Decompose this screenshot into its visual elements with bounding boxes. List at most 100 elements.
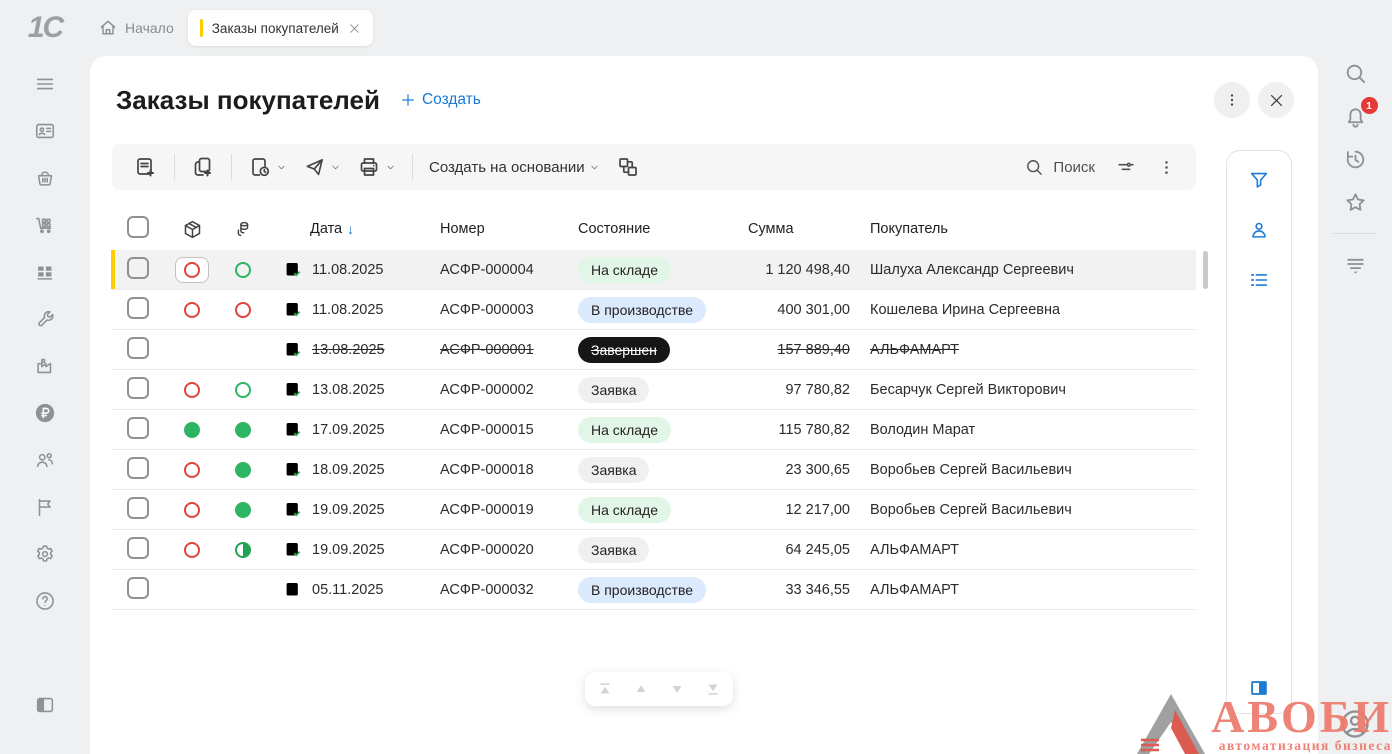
order-number: АСФР-000002 [440, 381, 534, 398]
row-checkbox[interactable] [127, 256, 149, 279]
global-search-icon[interactable] [1343, 61, 1368, 86]
table-row[interactable]: 05.11.2025 АСФР-000032 В производстве 33… [112, 570, 1196, 610]
shipment-column-icon[interactable] [182, 219, 203, 240]
related-documents-button[interactable] [608, 155, 648, 179]
new-document-button[interactable] [126, 155, 166, 179]
order-date: 13.08.2025 [312, 341, 385, 358]
column-buyer[interactable]: Покупатель [860, 221, 1196, 237]
search-icon [1027, 160, 1043, 175]
row-checkbox[interactable] [127, 336, 149, 359]
notifications-button[interactable]: 1 [1343, 97, 1378, 129]
contacts-icon[interactable] [34, 120, 56, 142]
toolbar-separator [174, 154, 175, 180]
create-button[interactable]: Создать [400, 91, 481, 109]
order-buyer: Воробьев Сергей Васильевич [870, 461, 1072, 478]
status-badge: Заявка [578, 456, 650, 483]
select-all-checkbox[interactable] [127, 216, 149, 238]
assignee-icon[interactable] [1248, 219, 1270, 241]
search-button[interactable]: Поиск [1024, 157, 1095, 177]
shipment-status-icon [184, 381, 200, 398]
go-up-button[interactable] [623, 674, 659, 704]
active-tab-marker [199, 19, 203, 37]
table-row[interactable]: 18.09.2025 АСФР-000018 Заявка 23 300,65 … [112, 450, 1196, 490]
purchases-basket-icon[interactable] [34, 167, 56, 189]
column-date-label: Дата [310, 221, 343, 237]
status-badge: На складе [578, 256, 671, 283]
order-date: 11.08.2025 [312, 261, 384, 278]
row-checkbox[interactable] [127, 536, 149, 559]
vertical-scrollbar-thumb[interactable] [1203, 251, 1208, 289]
create-based-on-button[interactable]: Создать на основании [421, 159, 608, 176]
go-first-button[interactable] [587, 674, 623, 704]
payment-column-icon[interactable] [233, 219, 253, 239]
payment-status-icon [235, 421, 251, 438]
table-row[interactable]: 17.09.2025 АСФР-000015 На складе 115 780… [112, 410, 1196, 450]
collapse-panel-icon[interactable] [34, 694, 56, 716]
focused-cell-box[interactable] [175, 256, 209, 283]
row-checkbox[interactable] [127, 296, 149, 319]
tasks-flag-icon[interactable] [34, 496, 56, 518]
tab-customer-orders[interactable]: Заказы покупателей [187, 10, 373, 46]
history-icon[interactable] [1343, 147, 1368, 172]
notification-badge: 1 [1360, 97, 1378, 114]
list-navigation [585, 672, 733, 706]
document-journal-button[interactable] [240, 155, 295, 179]
go-down-button[interactable] [659, 674, 695, 704]
document-status-icon [286, 343, 301, 357]
list-settings-icon[interactable] [1248, 269, 1270, 291]
side-panel-toggle-icon[interactable] [1248, 677, 1270, 699]
window-close-button[interactable] [1258, 82, 1294, 118]
column-date[interactable]: Дата ↓ [268, 221, 430, 237]
sort-desc-icon: ↓ [347, 221, 355, 237]
table-row[interactable]: 13.08.2025 АСФР-000002 Заявка 97 780,82 … [112, 370, 1196, 410]
order-number: АСФР-000019 [440, 501, 534, 518]
print-button[interactable] [349, 155, 404, 179]
sales-cart-icon[interactable] [34, 214, 56, 236]
window-more-button[interactable] [1214, 82, 1250, 118]
table-row[interactable]: 19.09.2025 АСФР-000019 На складе 12 217,… [112, 490, 1196, 530]
order-date: 19.09.2025 [312, 501, 385, 518]
status-badge: В производстве [578, 296, 707, 323]
table-row[interactable]: 19.09.2025 АСФР-000020 Заявка 64 245,05 … [112, 530, 1196, 570]
app-logo: 1С [27, 11, 64, 44]
order-date: 11.08.2025 [312, 301, 384, 318]
tab-home[interactable]: Начало [98, 18, 174, 38]
order-buyer: АЛЬФАМАРТ [870, 541, 960, 558]
row-checkbox[interactable] [127, 576, 149, 599]
tab-close-icon[interactable] [348, 22, 361, 35]
help-icon[interactable] [34, 590, 56, 612]
service-wrench-icon[interactable] [34, 308, 56, 330]
order-sum: 64 245,05 [785, 541, 850, 558]
kebab-icon [1230, 94, 1234, 106]
column-status[interactable]: Состояние [570, 221, 740, 237]
copy-document-button[interactable] [183, 155, 223, 179]
filter-icon[interactable] [1248, 169, 1270, 191]
account-icon[interactable] [1339, 708, 1371, 740]
shipment-status-icon [184, 541, 200, 558]
table-row[interactable]: 11.08.2025 АСФР-000004 На складе 1 120 4… [111, 250, 1208, 290]
catalog-grid-icon[interactable] [34, 261, 56, 283]
settings-gear-icon[interactable] [34, 543, 56, 565]
order-buyer: Шалуха Александр Сергеевич [870, 261, 1074, 278]
column-number[interactable]: Номер [430, 221, 570, 237]
filter-settings-icon[interactable] [1115, 156, 1137, 178]
finance-ruble-icon[interactable] [34, 402, 56, 424]
column-sum[interactable]: Сумма [740, 221, 860, 237]
row-checkbox[interactable] [127, 376, 149, 399]
functions-menu-icon[interactable] [1343, 252, 1368, 277]
customer-orders-window: Заказы покупателей Создать Создать на ос… [90, 56, 1318, 754]
menu-icon[interactable] [34, 73, 56, 95]
row-checkbox[interactable] [127, 416, 149, 439]
table-row[interactable]: 11.08.2025 АСФР-000003 В производстве 40… [112, 290, 1196, 330]
file-clock-icon [252, 158, 270, 177]
staff-users-icon[interactable] [34, 449, 56, 471]
row-checkbox[interactable] [127, 496, 149, 519]
table-row[interactable]: 13.08.2025 АСФР-000001 Завершен 157 889,… [112, 330, 1196, 370]
order-number: АСФР-000015 [440, 421, 534, 438]
row-checkbox[interactable] [127, 456, 149, 479]
send-button[interactable] [295, 156, 349, 179]
production-icon[interactable] [34, 355, 56, 377]
toolbar-more-icon[interactable] [1157, 158, 1176, 177]
favorites-star-icon[interactable] [1343, 190, 1368, 215]
go-last-button[interactable] [695, 674, 731, 704]
